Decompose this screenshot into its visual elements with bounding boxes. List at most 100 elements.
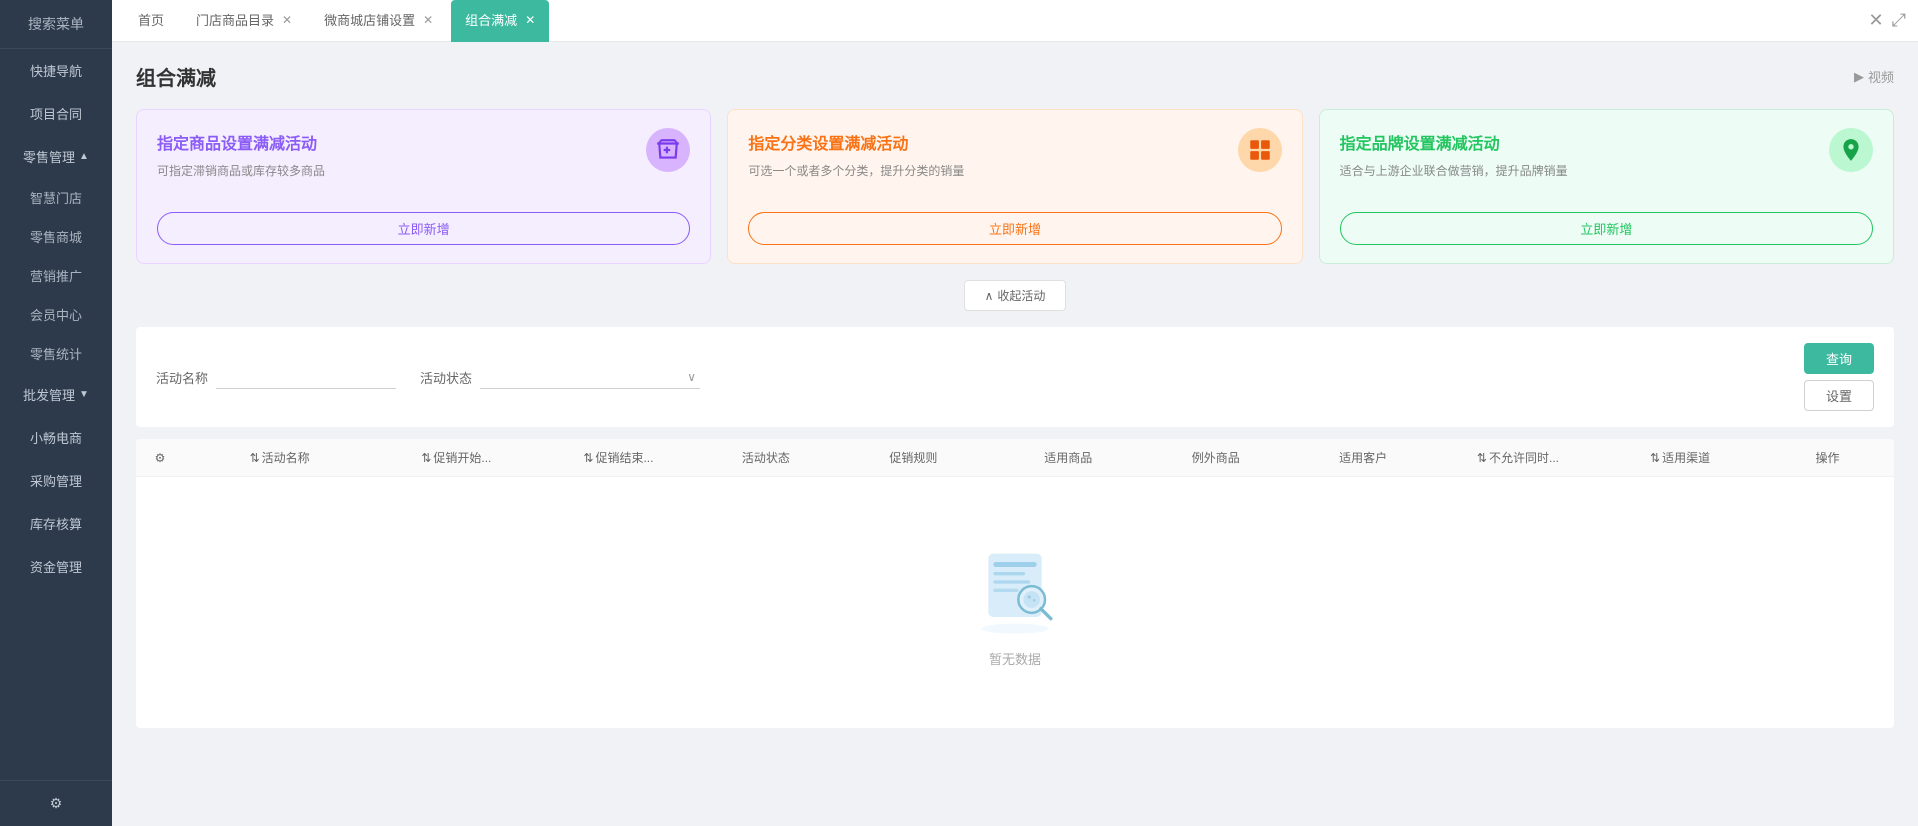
query-button[interactable]: 查询 [1804, 343, 1874, 374]
tab-combo-discount[interactable]: 组合满减 ✕ [451, 0, 549, 42]
search-bar: 活动名称 活动状态 ∨ 查询 设置 [136, 327, 1894, 427]
page-header: 组合满减 ▶ 视频 [136, 62, 1894, 91]
empty-state: 暂无数据 [136, 477, 1894, 728]
page-title: 组合满减 [136, 62, 216, 91]
video-label: 视频 [1868, 67, 1894, 86]
activity-card-brand: 指定品牌设置满减活动 适合与上游企业联合做营销，提升品牌销量 立即新增 [1319, 109, 1894, 264]
activity-card-category: 指定分类设置满减活动 可选一个或者多个分类，提升分类的销量 立即新增 [727, 109, 1302, 264]
th-activity-name: ⇅ 活动名称 [184, 449, 375, 466]
sidebar-item-retail-mgmt[interactable]: 零售管理 ▲ [0, 135, 112, 178]
sidebar-item-member-center[interactable]: 会员中心 [0, 295, 112, 334]
tab-wechat-shop[interactable]: 微商城店铺设置 ✕ [310, 0, 447, 42]
tab-label: 门店商品目录 [196, 10, 274, 29]
sidebar-settings[interactable]: ⚙ [0, 780, 112, 826]
tab-close-icon[interactable]: ✕ [525, 14, 535, 26]
tab-close-icon[interactable]: ✕ [282, 14, 292, 26]
sidebar-item-quick-nav[interactable]: 快捷导航 [0, 49, 112, 92]
activity-name-label: 活动名称 [156, 368, 208, 387]
sort-icon[interactable]: ⇅ [1650, 451, 1660, 465]
empty-state-text: 暂无数据 [989, 649, 1041, 668]
video-link[interactable]: ▶ 视频 [1854, 67, 1894, 86]
search-actions: 查询 设置 [1804, 343, 1874, 411]
tab-bar: 首页 门店商品目录 ✕ 微商城店铺设置 ✕ 组合满减 ✕ ✕ ⤢ [112, 0, 1918, 42]
sidebar-item-label: 小畅电商 [30, 428, 82, 447]
sidebar-item-retail-stats[interactable]: 零售统计 [0, 334, 112, 373]
sidebar-item-fund-mgmt[interactable]: 资金管理 [0, 545, 112, 588]
sidebar-item-label: 库存核算 [30, 514, 82, 533]
th-applicable-goods: 适用商品 [994, 449, 1141, 466]
sort-icon[interactable]: ⇅ [250, 451, 260, 465]
category-card-desc: 可选一个或者多个分类，提升分类的销量 [748, 162, 1281, 194]
th-promo-rule: 促销规则 [832, 449, 994, 466]
sidebar-item-label: 批发管理 [23, 385, 75, 404]
sort-icon[interactable]: ⇅ [421, 451, 431, 465]
chevron-up-icon: ▲ [79, 151, 89, 162]
chevron-down-icon: ▼ [79, 389, 89, 400]
sidebar-item-retail-mall[interactable]: 零售商城 [0, 217, 112, 256]
activity-status-select-wrapper: ∨ [480, 365, 700, 389]
gear-icon: ⚙ [155, 451, 166, 465]
activity-cards: 指定商品设置满减活动 可指定滞销商品或库存较多商品 立即新增 指定分类设置满减活… [136, 109, 1894, 264]
sidebar-item-label: 快捷导航 [30, 61, 82, 80]
th-promo-end: ⇅ 促销结束... [537, 449, 699, 466]
activity-status-field: 活动状态 ∨ [420, 365, 700, 389]
brand-card-icon [1829, 128, 1873, 172]
th-settings[interactable]: ⚙ [136, 451, 184, 465]
th-exception-goods: 例外商品 [1142, 449, 1289, 466]
activity-name-field: 活动名称 [156, 365, 396, 389]
data-table: ⚙ ⇅ 活动名称 ⇅ 促销开始... ⇅ 促销结束... 活动状态 [136, 439, 1894, 728]
sidebar-item-label: 采购管理 [30, 471, 82, 490]
th-activity-status: 活动状态 [700, 449, 833, 466]
product-card-add-btn[interactable]: 立即新增 [157, 212, 690, 245]
gear-icon: ⚙ [50, 795, 63, 811]
tab-label: 微商城店铺设置 [324, 10, 415, 29]
sidebar-item-inventory-calc[interactable]: 库存核算 [0, 502, 112, 545]
sort-icon[interactable]: ⇅ [1477, 451, 1487, 465]
main-content: 组合满减 ▶ 视频 指定商品设置满减活动 可指定滞销商品或库存较多商品 立即新增 [112, 42, 1918, 826]
close-window-icon[interactable]: ✕ [1869, 10, 1884, 31]
collapse-activity-btn[interactable]: ∧ 收起活动 [964, 280, 1067, 311]
th-promo-start: ⇅ 促销开始... [375, 449, 537, 466]
product-card-desc: 可指定滞销商品或库存较多商品 [157, 162, 690, 194]
activity-name-input[interactable] [216, 365, 396, 389]
category-card-add-btn[interactable]: 立即新增 [748, 212, 1281, 245]
tab-bar-actions: ✕ ⤢ [1869, 10, 1907, 31]
brand-card-add-btn[interactable]: 立即新增 [1340, 212, 1873, 245]
tab-store-catalog[interactable]: 门店商品目录 ✕ [182, 0, 306, 42]
activity-status-select[interactable] [480, 365, 700, 389]
sidebar-search[interactable]: 搜索菜单 [0, 0, 112, 49]
tab-close-icon[interactable]: ✕ [423, 14, 433, 26]
sidebar-item-wholesale-mgmt[interactable]: 批发管理 ▼ [0, 373, 112, 416]
tab-label: 首页 [138, 10, 164, 29]
sidebar-item-label: 会员中心 [30, 308, 82, 323]
category-card-title: 指定分类设置满减活动 [748, 130, 1281, 154]
sidebar: 搜索菜单 快捷导航 项目合同 零售管理 ▲ 智慧门店 零售商城 营销推广 会员中… [0, 0, 112, 826]
sidebar-item-marketing[interactable]: 营销推广 [0, 256, 112, 295]
sidebar-item-label: 零售统计 [30, 347, 82, 362]
expand-icon[interactable]: ⤢ [1892, 10, 1906, 31]
category-card-icon [1238, 128, 1282, 172]
sidebar-item-label: 智慧门店 [30, 191, 82, 206]
empty-state-icon [965, 537, 1065, 637]
chevron-up-icon: ∧ [985, 289, 994, 303]
brand-card-title: 指定品牌设置满减活动 [1340, 130, 1873, 154]
sidebar-item-label: 项目合同 [30, 104, 82, 123]
sidebar-item-purchase-mgmt[interactable]: 采购管理 [0, 459, 112, 502]
tab-home[interactable]: 首页 [124, 0, 178, 42]
sidebar-item-label: 零售管理 [23, 147, 75, 166]
sidebar-item-label: 零售商城 [30, 230, 82, 245]
sidebar-item-xiaochang-ecom[interactable]: 小畅电商 [0, 416, 112, 459]
product-card-title: 指定商品设置满减活动 [157, 130, 690, 154]
play-circle-icon: ▶ [1854, 69, 1864, 85]
brand-card-desc: 适合与上游企业联合做营销，提升品牌销量 [1340, 162, 1873, 194]
sidebar-item-smart-store[interactable]: 智慧门店 [0, 178, 112, 217]
activity-card-product: 指定商品设置满减活动 可指定滞销商品或库存较多商品 立即新增 [136, 109, 711, 264]
sidebar-item-project-contract[interactable]: 项目合同 [0, 92, 112, 135]
table-header: ⚙ ⇅ 活动名称 ⇅ 促销开始... ⇅ 促销结束... 活动状态 [136, 439, 1894, 477]
th-applicable-customer: 适用客户 [1289, 449, 1436, 466]
settings-button[interactable]: 设置 [1804, 380, 1874, 411]
main-area: 首页 门店商品目录 ✕ 微商城店铺设置 ✕ 组合满减 ✕ ✕ ⤢ 组合满减 ▶ … [112, 0, 1918, 826]
product-card-icon [646, 128, 690, 172]
sort-icon[interactable]: ⇅ [583, 451, 593, 465]
tab-label: 组合满减 [465, 10, 517, 29]
